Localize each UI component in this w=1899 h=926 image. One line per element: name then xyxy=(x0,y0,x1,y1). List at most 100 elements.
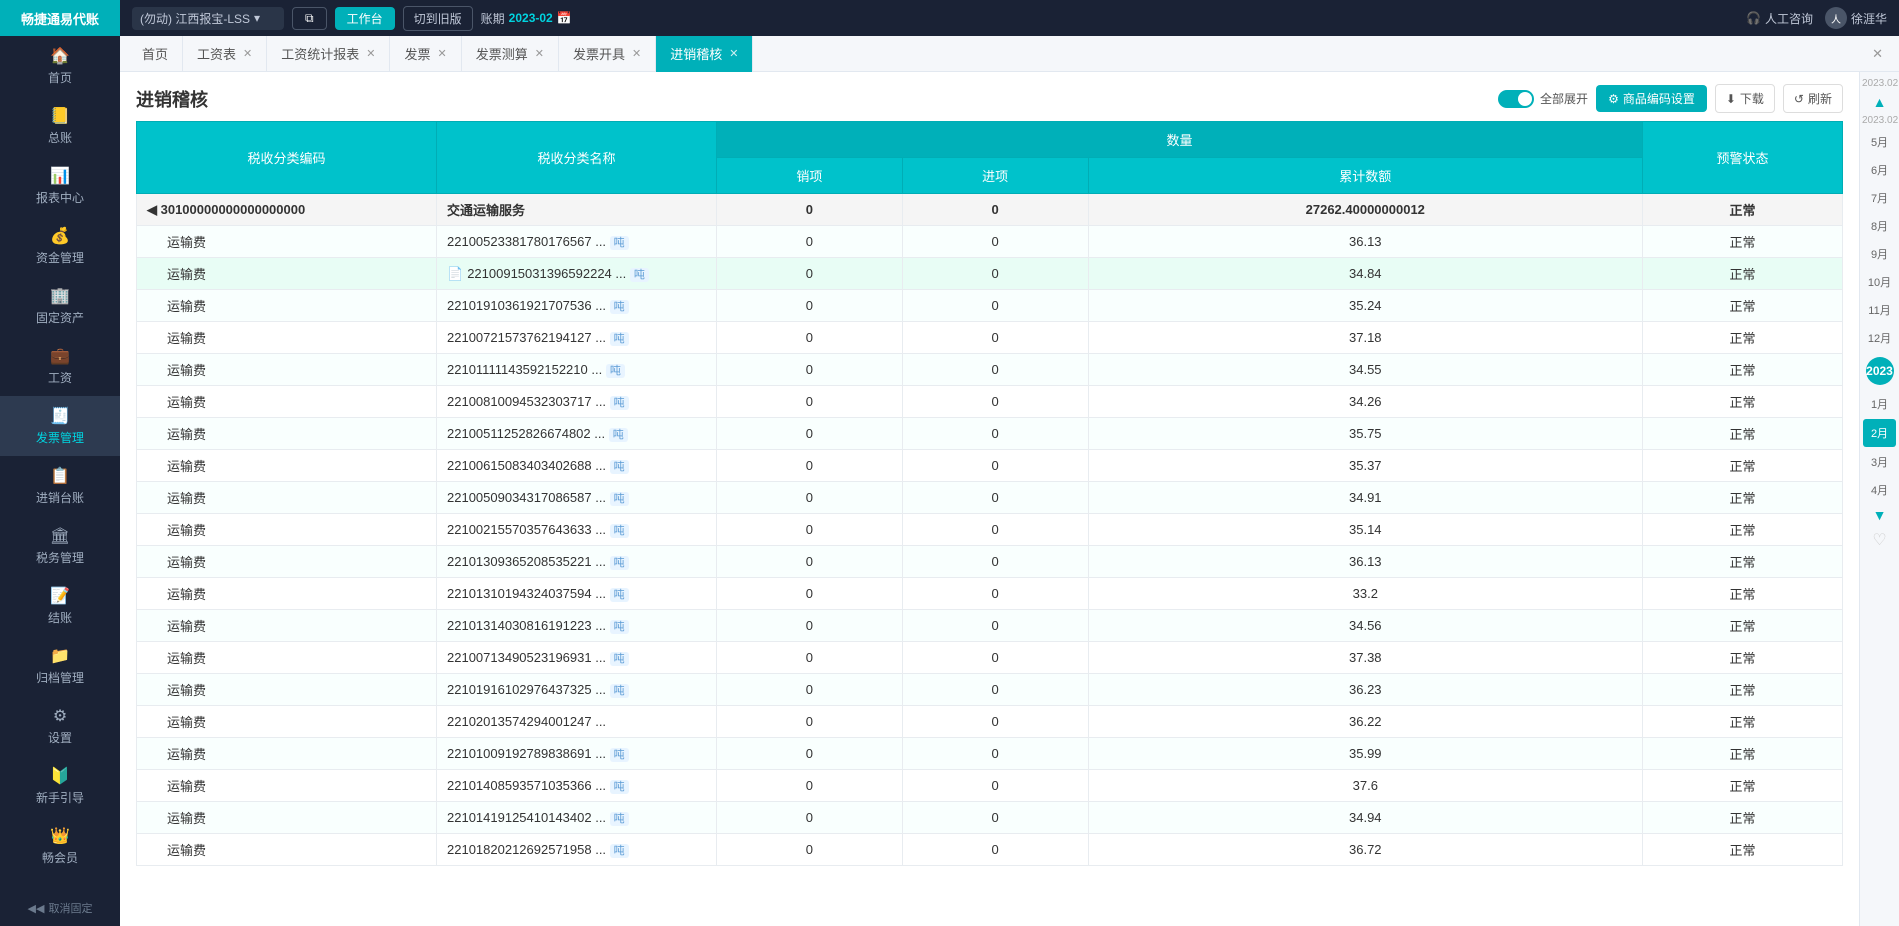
tab-close-salary-report[interactable]: ✕ xyxy=(366,47,375,60)
rp-down-arrow[interactable]: ▼ xyxy=(1870,504,1890,526)
tab-reconcile[interactable]: 进销稽核 ✕ xyxy=(656,36,753,72)
sidebar-item-invoice-mgmt[interactable]: 🧾 发票管理 xyxy=(0,396,120,456)
sidebar-item-report[interactable]: 📊 报表中心 xyxy=(0,156,120,216)
switch-version-button[interactable]: 切到旧版 xyxy=(403,6,473,31)
sidebar-item-settings[interactable]: ⚙ 设置 xyxy=(0,696,120,756)
row-sale: 0 xyxy=(717,578,903,610)
table-row[interactable]: 运输费 22100713490523196931 ... 吨 0 0 37.38… xyxy=(137,642,1843,674)
sidebar-item-home[interactable]: 🏠 首页 xyxy=(0,36,120,96)
table-row[interactable]: 运输费 22101408593571035366 ... 吨 0 0 37.6 … xyxy=(137,770,1843,802)
sidebar-item-member[interactable]: 👑 畅会员 xyxy=(0,816,120,876)
row-cumulative: 34.91 xyxy=(1088,482,1642,514)
parent-status: 正常 xyxy=(1643,194,1843,226)
table-row[interactable]: 运输费 22100511252826674802 ... 吨 0 0 35.75… xyxy=(137,418,1843,450)
download-button[interactable]: ⬇ 下载 xyxy=(1715,84,1775,113)
company-selector[interactable]: (勿动) 江西报宝-LSS ▾ xyxy=(132,7,284,30)
table-row[interactable]: 运输费 22101910361921707536 ... 吨 0 0 35.24… xyxy=(137,290,1843,322)
sidebar-item-fund[interactable]: 💰 资金管理 xyxy=(0,216,120,276)
table-row[interactable]: 运输费 22100810094532303717 ... 吨 0 0 34.26… xyxy=(137,386,1843,418)
row-purchase: 0 xyxy=(902,514,1088,546)
rp-year-2023[interactable]: 2023 xyxy=(1866,357,1894,385)
table-row[interactable]: 运输费 22101419125410143402 ... 吨 0 0 34.94… xyxy=(137,802,1843,834)
tab-salary[interactable]: 工资表 ✕ xyxy=(183,36,267,72)
tab-invoice-open[interactable]: 发票开具 ✕ xyxy=(559,36,656,72)
sidebar-item-tax[interactable]: 🏛 税务管理 xyxy=(0,516,120,576)
rp-month-11[interactable]: 11月 xyxy=(1860,296,1899,324)
row-purchase: 0 xyxy=(902,290,1088,322)
table-row[interactable]: 运输费 📄22100915031396592224 ... 吨 0 0 34.8… xyxy=(137,258,1843,290)
expand-toggle[interactable] xyxy=(1498,90,1534,108)
table-row[interactable]: 运输费 22101820212692571958 ... 吨 0 0 36.72… xyxy=(137,834,1843,866)
table-row[interactable]: 运输费 22101309365208535221 ... 吨 0 0 36.13… xyxy=(137,546,1843,578)
row-name: 运输费 xyxy=(137,290,437,322)
row-invoice-no: 22100713490523196931 ... 吨 xyxy=(437,642,717,674)
tab-close-invoice-calc[interactable]: ✕ xyxy=(535,47,544,60)
tab-close-reconcile[interactable]: ✕ xyxy=(729,47,738,60)
rp-month-3[interactable]: 3月 xyxy=(1860,448,1899,476)
rp-month-5[interactable]: 5月 xyxy=(1860,128,1899,156)
row-purchase: 0 xyxy=(902,578,1088,610)
row-purchase: 0 xyxy=(902,546,1088,578)
row-invoice-no: 22100810094532303717 ... 吨 xyxy=(437,386,717,418)
tab-close-salary[interactable]: ✕ xyxy=(243,47,252,60)
rp-month-1[interactable]: 1月 xyxy=(1860,390,1899,418)
row-sale: 0 xyxy=(717,802,903,834)
table-row[interactable]: 运输费 22101009192789838691 ... 吨 0 0 35.99… xyxy=(137,738,1843,770)
tab-close-invoice[interactable]: ✕ xyxy=(438,47,447,60)
sidebar-item-fixed-assets[interactable]: 🏢 固定资产 xyxy=(0,276,120,336)
row-status: 正常 xyxy=(1643,514,1843,546)
col-tax-name: 税收分类名称 xyxy=(437,122,717,194)
row-status: 正常 xyxy=(1643,802,1843,834)
unit-tag: 吨 xyxy=(610,844,629,858)
sidebar-item-settlement[interactable]: 📝 结账 xyxy=(0,576,120,636)
sidebar-item-purchase-sale[interactable]: 📋 进销台账 xyxy=(0,456,120,516)
unpin-button[interactable]: ◀◀ 取消固定 xyxy=(0,890,120,926)
row-invoice-no: 22101309365208535221 ... 吨 xyxy=(437,546,717,578)
settings-button[interactable]: ⚙ 商品编码设置 xyxy=(1596,85,1707,112)
sidebar-item-salary[interactable]: 💼 工资 xyxy=(0,336,120,396)
rp-month-10[interactable]: 10月 xyxy=(1860,268,1899,296)
tab-salary-report[interactable]: 工资统计报表 ✕ xyxy=(267,36,390,72)
rp-month-8[interactable]: 8月 xyxy=(1860,212,1899,240)
table-row[interactable]: 运输费 22101310194324037594 ... 吨 0 0 33.2 … xyxy=(137,578,1843,610)
sidebar-item-guide[interactable]: 🔰 新手引导 xyxy=(0,756,120,816)
copy-button[interactable]: ⧉ xyxy=(292,7,327,30)
rp-heart-icon[interactable]: ♡ xyxy=(1872,530,1886,550)
table-row[interactable]: 运输费 22100721573762194127 ... 吨 0 0 37.18… xyxy=(137,322,1843,354)
row-sale: 0 xyxy=(717,642,903,674)
calendar-icon[interactable]: 📅 xyxy=(557,11,572,25)
table-row[interactable]: 运输费 22101916102976437325 ... 吨 0 0 36.23… xyxy=(137,674,1843,706)
table-row[interactable]: 运输费 22100509034317086587 ... 吨 0 0 34.91… xyxy=(137,482,1843,514)
sidebar-item-general-ledger[interactable]: 📒 总账 xyxy=(0,96,120,156)
user-menu[interactable]: 人 徐涯华 xyxy=(1825,7,1887,29)
close-all-tabs[interactable]: ✕ xyxy=(1864,46,1891,62)
table-row[interactable]: 运输费 22101314030816191223 ... 吨 0 0 34.56… xyxy=(137,610,1843,642)
workbench-button[interactable]: 工作台 xyxy=(335,7,395,30)
table-row[interactable]: 运输费 22100523381780176567 ... 吨 0 0 36.13… xyxy=(137,226,1843,258)
tab-home[interactable]: 首页 xyxy=(128,36,183,72)
tab-close-invoice-open[interactable]: ✕ xyxy=(632,47,641,60)
refresh-button[interactable]: ↺ 刷新 xyxy=(1783,84,1843,113)
rp-month-4[interactable]: 4月 xyxy=(1860,476,1899,504)
rp-month-12[interactable]: 12月 xyxy=(1860,324,1899,352)
tab-invoice-calc[interactable]: 发票测算 ✕ xyxy=(462,36,559,72)
table-row[interactable]: 运输费 22102013574294001247 ... 0 0 36.22 正… xyxy=(137,706,1843,738)
sidebar-item-label: 发票管理 xyxy=(36,429,84,446)
row-sale: 0 xyxy=(717,450,903,482)
rp-month-7[interactable]: 7月 xyxy=(1860,184,1899,212)
table-row[interactable]: 运输费 22101111143592152210 ... 吨 0 0 34.55… xyxy=(137,354,1843,386)
rp-month-2[interactable]: 2月 xyxy=(1863,419,1896,447)
rp-up-arrow[interactable]: ▲ xyxy=(1870,91,1890,113)
guide-icon: 🔰 xyxy=(50,766,70,786)
rp-month-6[interactable]: 6月 xyxy=(1860,156,1899,184)
support-button[interactable]: 🎧 人工咨询 xyxy=(1746,10,1813,27)
tabs-bar: 首页 工资表 ✕ 工资统计报表 ✕ 发票 ✕ 发票测算 ✕ 发票开具 ✕ 进销稽… xyxy=(120,36,1899,72)
unit-tag: 吨 xyxy=(610,812,629,826)
tab-invoice[interactable]: 发票 ✕ xyxy=(390,36,461,72)
table-row[interactable]: 运输费 22100215570357643633 ... 吨 0 0 35.14… xyxy=(137,514,1843,546)
row-purchase: 0 xyxy=(902,322,1088,354)
rp-month-9[interactable]: 9月 xyxy=(1860,240,1899,268)
table-row[interactable]: 运输费 22100615083403402688 ... 吨 0 0 35.37… xyxy=(137,450,1843,482)
page-title: 进销稽核 xyxy=(136,86,208,112)
sidebar-item-archive[interactable]: 📁 归档管理 xyxy=(0,636,120,696)
